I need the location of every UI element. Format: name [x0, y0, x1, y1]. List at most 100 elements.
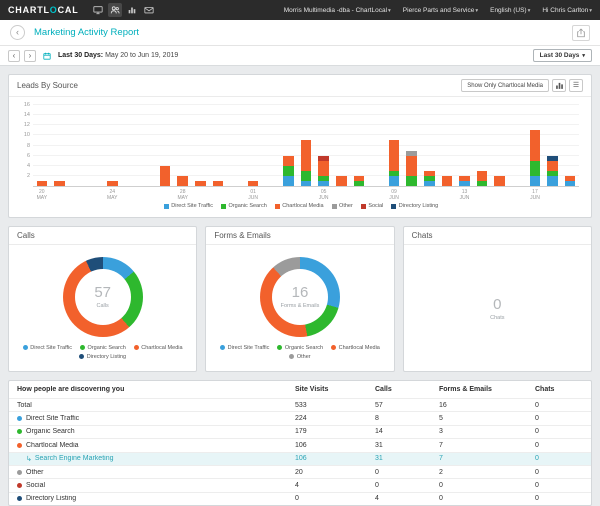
bar-segment — [212, 180, 224, 186]
chart-view-button[interactable] — [552, 79, 566, 92]
legend-swatch — [391, 203, 397, 209]
leads-panel-header: Leads By Source Show Only Chartlocal Med… — [9, 75, 591, 97]
cell-value: 20 — [295, 468, 303, 476]
table-row[interactable]: Organic Search 179 14 3 0 — [9, 424, 591, 438]
table-row[interactable]: Chartlocal Media 106 31 7 0 — [9, 438, 591, 451]
table-row[interactable]: Social 4 0 0 0 — [9, 478, 591, 491]
table-row[interactable]: Other 20 0 2 0 — [9, 464, 591, 478]
prev-period-button[interactable]: ‹ — [8, 49, 20, 62]
language-menu[interactable]: English (US)▾ — [490, 7, 530, 14]
table-body: Total 533 57 16 0 Direct Site Traffic 224 8 5 0 Or… — [9, 398, 591, 505]
legend-item: Directory Listing — [79, 354, 126, 360]
column-header-chats: Chats — [535, 386, 555, 393]
forms-panel-header: Forms & Emails — [206, 227, 394, 245]
cell-value: 533 — [295, 401, 307, 409]
cell-value: 106 — [295, 455, 307, 463]
bar-segment — [406, 155, 417, 176]
legend-item: Directory Listing — [391, 203, 438, 209]
chevron-down-icon: ▾ — [475, 7, 479, 14]
cell-value: 0 — [375, 482, 379, 490]
forms-panel-body: 16 Forms & Emails Direct Site Traffic Org… — [206, 245, 393, 371]
y-axis-label: 6 — [26, 152, 30, 159]
bar-segment — [388, 140, 400, 171]
forms-donut: 16 Forms & Emails — [259, 256, 340, 337]
bar — [494, 105, 506, 186]
cell-value: 0 — [535, 468, 539, 476]
user-menu[interactable]: Hi Chris Carlton▾ — [542, 7, 592, 14]
chevron-down-icon: ▾ — [582, 53, 585, 59]
calendar-icon — [43, 52, 51, 60]
bar-segment — [547, 160, 558, 171]
list-view-button[interactable]: ☰ — [569, 79, 583, 92]
logo-text: CAL — [57, 5, 79, 15]
x-tick-label: 13 JUN — [459, 189, 470, 202]
user-menu-label: Hi Chris Carlton — [542, 6, 589, 14]
chart-icon[interactable] — [125, 3, 139, 17]
export-button[interactable] — [572, 24, 590, 41]
top-navbar: CHARTLOCAL Morris Multimedia -dba - Char… — [0, 0, 600, 20]
bar — [388, 105, 400, 186]
bar-segment — [424, 180, 435, 186]
row-label: Chartlocal Media — [17, 442, 295, 449]
bar-segment — [177, 175, 188, 186]
bar-segment — [283, 155, 294, 166]
cell-value: 16 — [439, 401, 447, 409]
bar-segment — [529, 160, 541, 176]
sub-row-arrow-icon: ↳ — [26, 455, 32, 463]
legend-item: Direct Site Traffic — [163, 203, 213, 209]
bar — [159, 105, 171, 186]
bar-segment — [300, 170, 312, 181]
bar-segment — [494, 175, 506, 186]
back-button[interactable]: ‹ — [10, 25, 25, 40]
cell-value: 14 — [375, 428, 383, 436]
chats-panel-header: Chats — [403, 227, 591, 245]
legend-swatch — [163, 203, 169, 209]
cell-value: 0 — [439, 482, 443, 490]
table-title: How people are discovering you — [17, 386, 125, 393]
legend-item: Social — [360, 203, 383, 209]
table-header-row: How people are discovering you Site Visi… — [9, 381, 591, 398]
calls-donut: 57 Calls — [62, 256, 143, 337]
legend-swatch — [360, 203, 366, 209]
bar-segment — [459, 180, 470, 186]
show-only-chartlocal-button[interactable]: Show Only Chartlocal Media — [461, 79, 549, 92]
chats-total-label: Chats — [490, 314, 505, 321]
next-period-button[interactable]: › — [24, 49, 36, 62]
chartlocal-logo[interactable]: CHARTLOCAL — [8, 5, 79, 15]
users-icon[interactable] — [107, 3, 122, 17]
x-axis: 20 MAY 24 MAY 28 MAY 01 JUN 05 JUN 09 JUN 13 JUN 17 JUN — [33, 187, 579, 201]
table-row[interactable]: Directory Listing 0 4 0 0 — [9, 491, 591, 505]
bar — [283, 105, 294, 186]
row-label: Total — [17, 401, 32, 409]
account-menu[interactable]: Morris Multimedia -dba - ChartLocal▾ — [284, 7, 391, 14]
row-label: ↳ Search Engine Marketing — [26, 455, 114, 463]
bar — [212, 105, 224, 186]
bar-segment — [353, 180, 365, 186]
chats-panel: Chats 0 Chats — [402, 226, 592, 372]
source-color-dot — [17, 442, 22, 448]
bar-plot: 2 4 6 8 10 12 14 16 — [24, 102, 579, 187]
cell-value: 179 — [295, 428, 307, 436]
forms-total: 16 — [291, 284, 309, 301]
calls-donut-center: 57 Calls — [74, 268, 131, 325]
row-label: Directory Listing — [17, 495, 295, 502]
mail-icon[interactable] — [142, 3, 156, 17]
period-dropdown[interactable]: Last 30 Days ▾ — [532, 49, 592, 62]
row-label: Other — [17, 469, 295, 476]
table-row[interactable]: ↳ Search Engine Marketing 106 31 7 0 — [9, 451, 591, 465]
location-menu[interactable]: Pierce Parts and Service▾ — [403, 7, 478, 14]
x-tick-label: 01 JUN — [248, 189, 259, 202]
cell-value: 224 — [295, 415, 307, 423]
legend-swatch — [331, 203, 337, 209]
legend-item: Chartlocal Media — [331, 345, 380, 351]
desktop-icon[interactable] — [91, 3, 105, 17]
legend-swatch — [277, 345, 283, 350]
cell-value: 0 — [439, 495, 443, 503]
legend-item: Organic Search — [277, 345, 323, 351]
cell-value: 0 — [535, 495, 539, 503]
date-range-dates: May 20 to Jun 19, 2019 — [105, 52, 179, 59]
bar — [177, 105, 188, 186]
table-row[interactable]: Direct Site Traffic 224 8 5 0 — [9, 411, 591, 424]
y-axis-label: 10 — [23, 132, 30, 139]
bar-segment — [159, 165, 171, 186]
